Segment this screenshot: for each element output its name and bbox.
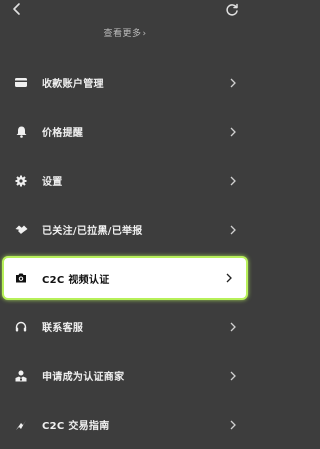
menu-item-price-alert[interactable]: 价格提醒 [0, 107, 250, 156]
menu-item-followed-blocked-reported[interactable]: 已关注/已拉黑/已举报 [0, 205, 250, 254]
card-icon [14, 76, 28, 90]
refresh-icon[interactable] [224, 2, 240, 18]
chevron-right-icon [230, 371, 236, 380]
menu-item-label: 价格提醒 [42, 128, 84, 139]
menu-item-label: C2C 交易指南 [42, 421, 110, 432]
headset-icon [14, 320, 28, 334]
menu-list: 收款账户管理 价格提醒 设置 已关注/已拉黑/已举报 C2C 视频认证 联系客服… [0, 58, 250, 449]
handshake-icon [14, 223, 28, 237]
see-more-label: 查看更多 [103, 29, 142, 39]
chevron-right-icon [230, 420, 236, 429]
chevron-right-icon [230, 225, 236, 234]
menu-item-c2c-video-verification[interactable]: C2C 视频认证 [2, 256, 248, 300]
menu-item-c2c-trading-guide[interactable]: C2C 交易指南 [0, 400, 250, 449]
chevron-right-icon [230, 127, 236, 136]
menu-item-label: 已关注/已拉黑/已举报 [42, 226, 143, 237]
menu-item-customer-service[interactable]: 联系客服 [0, 302, 250, 351]
chevron-right-icon [230, 176, 236, 185]
chevron-right-icon: › [142, 29, 147, 39]
menu-item-label: C2C 视频认证 [42, 274, 110, 286]
camera-icon [14, 271, 28, 285]
guide-icon [14, 418, 28, 432]
back-icon[interactable] [10, 2, 24, 16]
chevron-right-icon [230, 322, 236, 331]
top-bar [0, 0, 250, 24]
menu-item-label: 联系客服 [42, 323, 84, 334]
menu-item-payment-accounts[interactable]: 收款账户管理 [0, 58, 250, 107]
merchant-icon [14, 369, 28, 383]
menu-item-label: 设置 [42, 177, 63, 188]
bell-icon [14, 125, 28, 139]
menu-item-label: 申请成为认证商家 [42, 372, 125, 383]
see-more-link[interactable]: 查看更多› [0, 26, 250, 39]
menu-item-apply-verified-merchant[interactable]: 申请成为认证商家 [0, 351, 250, 400]
chevron-right-icon [226, 273, 232, 283]
chevron-right-icon [230, 78, 236, 87]
menu-item-label: 收款账户管理 [42, 79, 104, 90]
menu-item-settings[interactable]: 设置 [0, 156, 250, 205]
gear-icon [14, 174, 28, 188]
